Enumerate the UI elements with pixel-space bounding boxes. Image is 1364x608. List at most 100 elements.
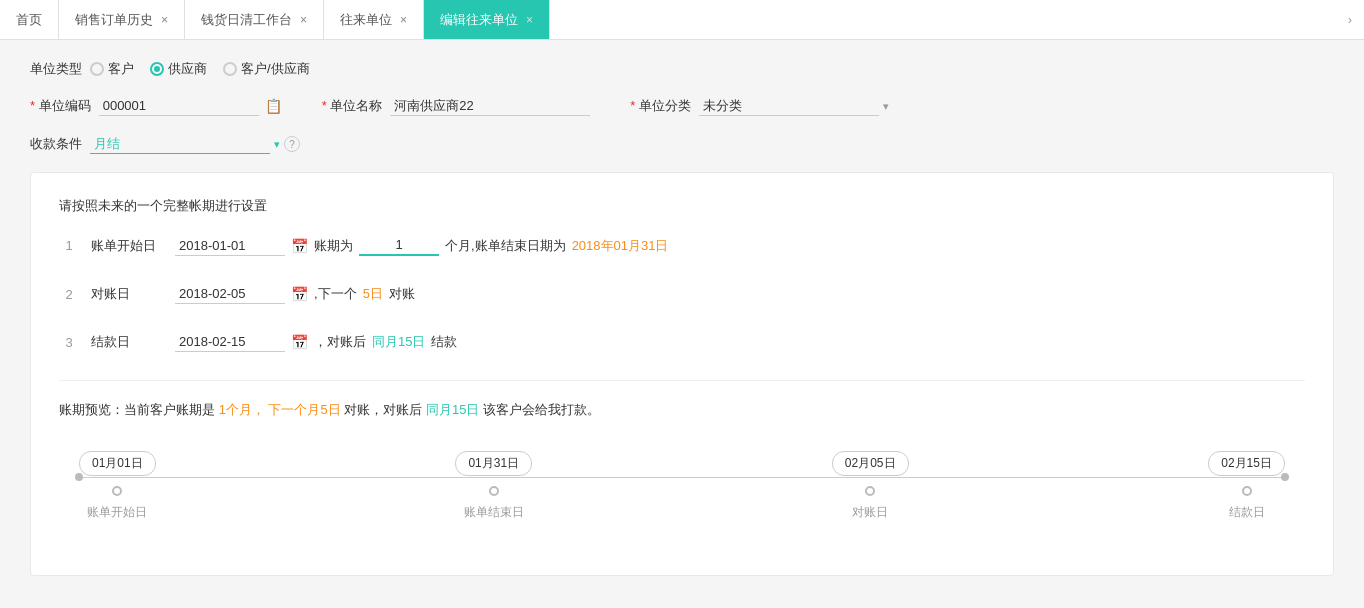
timeline-point-2: 01月31日 账单结束日 <box>455 451 532 521</box>
row-suffix-2: 对账 <box>389 285 415 303</box>
timeline-point-4: 02月15日 结款日 <box>1208 451 1285 521</box>
unit-code-icon[interactable]: 📋 <box>265 98 282 114</box>
preview-part1: 1个月， <box>219 402 265 417</box>
unit-type-radio-group: 客户 供应商 客户/供应商 <box>90 60 310 78</box>
unit-type-label: 单位类型 <box>30 60 82 78</box>
timeline-circle-4 <box>1242 486 1252 496</box>
payment-terms-row: 收款条件 月结 ▾ ? <box>30 134 1334 154</box>
tab-edit-partner[interactable]: 编辑往来单位 × <box>424 0 550 39</box>
reconcile-day-highlight: 5日 <box>363 285 383 303</box>
row-num-2: 2 <box>59 287 79 302</box>
timeline-circle-1 <box>112 486 122 496</box>
preview-mid: 对账，对账后 <box>344 402 422 417</box>
preview-part2: 下一个月5日 <box>268 402 340 417</box>
row-label-3: 结款日 <box>91 333 163 351</box>
tab-partner-close[interactable]: × <box>400 13 407 27</box>
unit-type-row: 单位类型 客户 供应商 客户/供应商 <box>30 60 1334 78</box>
row-num-3: 3 <box>59 335 79 350</box>
reconcile-date-input[interactable] <box>175 284 285 304</box>
unit-class-select-wrapper: 未分类 ▾ <box>699 96 889 116</box>
preview-label: 账期预览：当前客户账期是 <box>59 402 215 417</box>
timeline-point-3: 02月05日 对账日 <box>832 451 909 521</box>
reconcile-date-calendar-icon[interactable]: 📅 <box>291 286 308 302</box>
payment-terms-select[interactable]: 月结 <box>90 134 270 154</box>
unit-name-group: 单位名称 <box>322 96 591 116</box>
unit-info-row: 单位编码 📋 单位名称 单位分类 未分类 ▾ <box>30 96 1334 116</box>
payment-terms-select-wrapper: 月结 ▾ <box>90 134 280 154</box>
tab-sales-history-close[interactable]: × <box>161 13 168 27</box>
timeline-points: 01月01日 账单开始日 01月31日 账单结束日 02月05日 对账日 <box>79 451 1285 521</box>
unit-name-input[interactable] <box>390 96 590 116</box>
unit-code-input[interactable] <box>99 96 259 116</box>
tab-partner[interactable]: 往来单位 × <box>324 0 424 39</box>
unit-class-label: 单位分类 <box>630 97 691 115</box>
timeline-label-2: 账单结束日 <box>464 504 524 521</box>
payment-terms-label: 收款条件 <box>30 135 82 153</box>
timeline-label-4: 结款日 <box>1229 504 1265 521</box>
radio-both-label: 客户/供应商 <box>241 60 310 78</box>
unit-name-label: 单位名称 <box>322 97 383 115</box>
timeline-date-1: 01月01日 <box>79 451 156 476</box>
tab-edit-partner-close[interactable]: × <box>526 13 533 27</box>
preview-end: 该客户会给我打款。 <box>483 402 600 417</box>
tab-expand-button[interactable]: › <box>1336 12 1364 27</box>
setting-row-3: 3 结款日 📅 ，对账后 同月15日 结款 <box>59 332 1305 352</box>
radio-supplier-label: 供应商 <box>168 60 207 78</box>
row-suffix-3: 结款 <box>431 333 457 351</box>
start-date-input[interactable] <box>175 236 285 256</box>
tab-home[interactable]: 首页 <box>0 0 59 39</box>
tab-cash-work[interactable]: 钱货日清工作台 × <box>185 0 324 39</box>
payment-terms-chevron-icon: ▾ <box>274 138 280 151</box>
timeline-circle-2 <box>489 486 499 496</box>
tab-partner-label: 往来单位 <box>340 11 392 29</box>
radio-customer-label: 客户 <box>108 60 134 78</box>
end-date-highlight: 2018年01月31日 <box>572 237 669 255</box>
row-suffix-1: 个月,账单结束日期为 <box>445 237 566 255</box>
row-num-1: 1 <box>59 238 79 253</box>
setting-row-2: 2 对账日 📅 ,下一个 5日 对账 <box>59 284 1305 304</box>
unit-class-chevron-icon: ▾ <box>883 100 889 113</box>
payment-date-calendar-icon[interactable]: 📅 <box>291 334 308 350</box>
start-date-calendar-icon[interactable]: 📅 <box>291 238 308 254</box>
timeline-point-1: 01月01日 账单开始日 <box>79 451 156 521</box>
timeline-label-1: 账单开始日 <box>87 504 147 521</box>
timeline-date-4: 02月15日 <box>1208 451 1285 476</box>
main-content: 单位类型 客户 供应商 客户/供应商 单位编码 📋 单位名称 <box>0 40 1364 600</box>
tab-sales-history[interactable]: 销售订单历史 × <box>59 0 185 39</box>
unit-class-group: 单位分类 未分类 ▾ <box>630 96 889 116</box>
period-input[interactable] <box>359 235 439 256</box>
payment-date-input[interactable] <box>175 332 285 352</box>
settings-section: 请按照未来的一个完整帐期进行设置 1 账单开始日 📅 账期为 个月,账单结束日期… <box>30 172 1334 576</box>
row-middle-text-1: 账期为 <box>314 237 353 255</box>
timeline-date-2: 01月31日 <box>455 451 532 476</box>
payment-day-highlight: 同月15日 <box>372 333 425 351</box>
tab-sales-history-label: 销售订单历史 <box>75 11 153 29</box>
tab-edit-partner-label: 编辑往来单位 <box>440 11 518 29</box>
tab-cash-work-label: 钱货日清工作台 <box>201 11 292 29</box>
setting-row-1: 1 账单开始日 📅 账期为 个月,账单结束日期为 2018年01月31日 <box>59 235 1305 256</box>
timeline-circle-3 <box>865 486 875 496</box>
section-title: 请按照未来的一个完整帐期进行设置 <box>59 197 1305 215</box>
row-label-1: 账单开始日 <box>91 237 163 255</box>
tab-home-label: 首页 <box>16 11 42 29</box>
radio-both[interactable]: 客户/供应商 <box>223 60 310 78</box>
unit-code-group: 单位编码 📋 <box>30 96 282 116</box>
tab-cash-work-close[interactable]: × <box>300 13 307 27</box>
timeline-container: 01月01日 账单开始日 01月31日 账单结束日 02月05日 对账日 <box>59 435 1305 551</box>
timeline-date-3: 02月05日 <box>832 451 909 476</box>
preview-part3: 同月15日 <box>426 402 479 417</box>
preview-section: 账期预览：当前客户账期是 1个月， 下一个月5日 对账，对账后 同月15日 该客… <box>59 385 1305 427</box>
row-prefix-3: ，对账后 <box>314 333 366 351</box>
radio-supplier-circle <box>150 62 164 76</box>
unit-code-label: 单位编码 <box>30 97 91 115</box>
radio-customer-circle <box>90 62 104 76</box>
radio-both-circle <box>223 62 237 76</box>
row-label-2: 对账日 <box>91 285 163 303</box>
timeline-label-3: 对账日 <box>852 504 888 521</box>
unit-class-select[interactable]: 未分类 <box>699 96 879 116</box>
radio-supplier[interactable]: 供应商 <box>150 60 207 78</box>
radio-customer[interactable]: 客户 <box>90 60 134 78</box>
row-prefix-2: ,下一个 <box>314 285 357 303</box>
payment-terms-help-icon[interactable]: ? <box>284 136 300 152</box>
tab-bar: 首页 销售订单历史 × 钱货日清工作台 × 往来单位 × 编辑往来单位 × › <box>0 0 1364 40</box>
